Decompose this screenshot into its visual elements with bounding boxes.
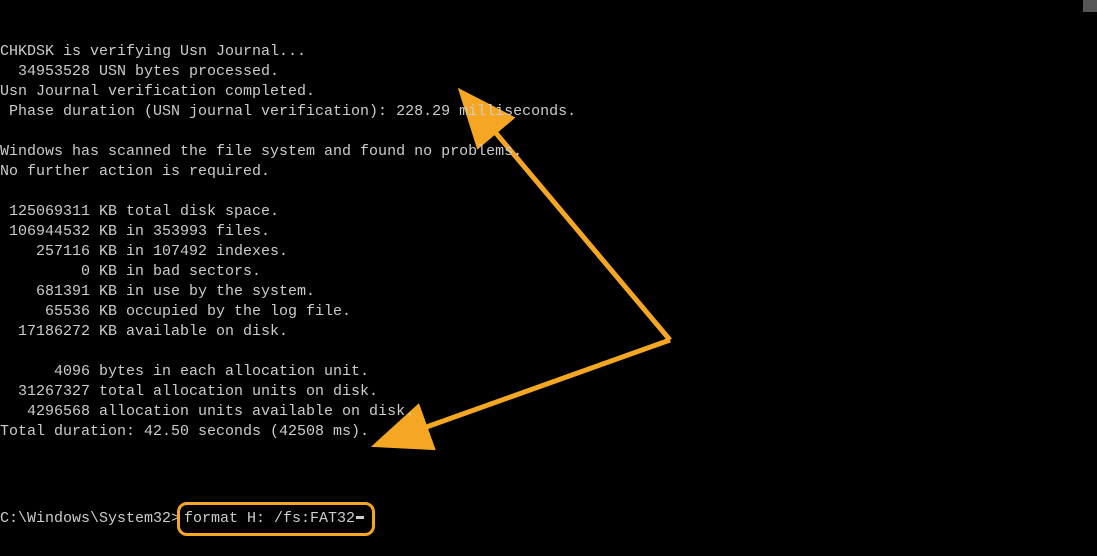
terminal-line: 34953528 USN bytes processed. [0, 62, 1097, 82]
terminal-line [0, 342, 1097, 362]
terminal-line: 681391 KB in use by the system. [0, 282, 1097, 302]
prompt-line: C:\Windows\System32> format H: /fs:FAT32 [0, 502, 1097, 536]
terminal-line: No further action is required. [0, 162, 1097, 182]
terminal-line [0, 442, 1097, 462]
terminal-line [0, 122, 1097, 142]
terminal-line: CHKDSK is verifying Usn Journal... [0, 42, 1097, 62]
terminal-line: 65536 KB occupied by the log file. [0, 302, 1097, 322]
terminal-line: 4096 bytes in each allocation unit. [0, 362, 1097, 382]
terminal-line: 125069311 KB total disk space. [0, 202, 1097, 222]
text-cursor [356, 516, 364, 519]
terminal-line: 4296568 allocation units available on di… [0, 402, 1097, 422]
terminal-line: Windows has scanned the file system and … [0, 142, 1097, 162]
terminal-line: 0 KB in bad sectors. [0, 262, 1097, 282]
terminal-line [0, 182, 1097, 202]
command-highlight-box: format H: /fs:FAT32 [177, 502, 375, 536]
terminal-line: 31267327 total allocation units on disk. [0, 382, 1097, 402]
terminal-line: Usn Journal verification completed. [0, 82, 1097, 102]
terminal-line: Phase duration (USN journal verification… [0, 102, 1097, 122]
terminal-line: 106944532 KB in 353993 files. [0, 222, 1097, 242]
terminal-output[interactable]: CHKDSK is verifying Usn Journal... 34953… [0, 0, 1097, 556]
terminal-line: Total duration: 42.50 seconds (42508 ms)… [0, 422, 1097, 442]
terminal-line: 17186272 KB available on disk. [0, 322, 1097, 342]
prompt-prefix: C:\Windows\System32> [0, 509, 180, 529]
typed-command: format H: /fs:FAT32 [184, 509, 355, 529]
terminal-line: 257116 KB in 107492 indexes. [0, 242, 1097, 262]
